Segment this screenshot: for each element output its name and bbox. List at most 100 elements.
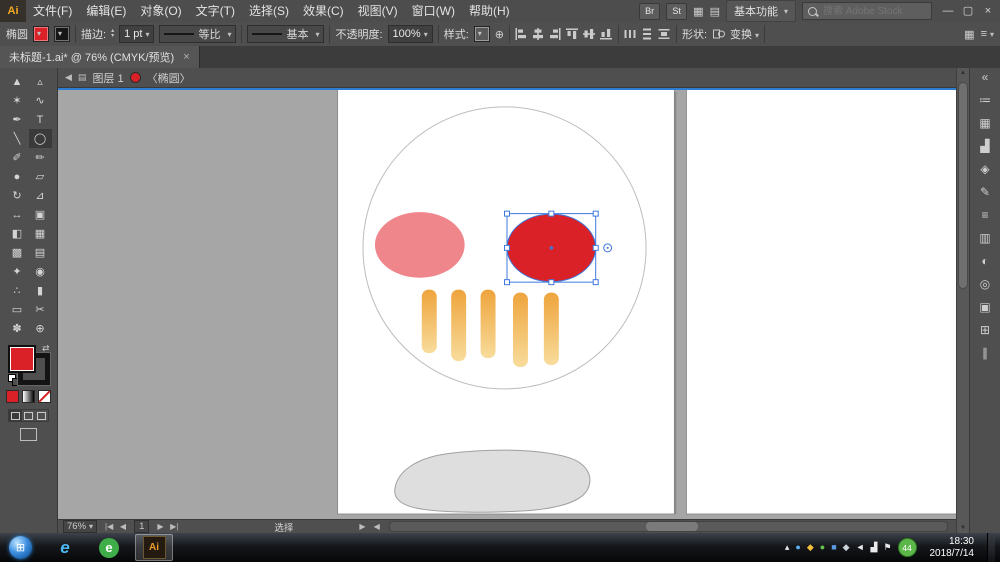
draw-inside-button[interactable] <box>35 410 48 421</box>
handle-top-left[interactable] <box>505 211 510 216</box>
tray-driver-icon[interactable]: ◆ <box>843 543 850 552</box>
align-bottom-icon[interactable] <box>600 28 613 41</box>
blob-brush-tool[interactable]: ● <box>6 167 29 186</box>
pen-tool[interactable]: ✒ <box>6 110 29 129</box>
menu-effect[interactable]: 效果(C) <box>296 0 351 22</box>
line-tool[interactable]: ╲ <box>6 129 29 148</box>
menu-edit[interactable]: 编辑(E) <box>79 0 133 22</box>
security-score-badge[interactable]: 44 <box>898 538 917 557</box>
gradient-panel-icon[interactable]: ▥ <box>979 232 990 245</box>
document-grid-icon[interactable]: ▦ <box>964 28 974 41</box>
perspective-grid-tool[interactable]: ▦ <box>29 224 52 243</box>
close-button[interactable]: × <box>978 0 998 22</box>
tray-expand-icon[interactable]: ▴ <box>785 543 790 552</box>
gradient-button[interactable] <box>22 390 35 403</box>
direct-selection-tool[interactable]: ▵ <box>29 72 52 91</box>
tooth-1[interactable] <box>422 290 437 354</box>
handle-top-right[interactable] <box>593 211 598 216</box>
fill-swatch[interactable] <box>8 345 36 373</box>
width-profile-dropdown[interactable]: 等比 <box>159 25 236 43</box>
graph-panel-icon[interactable]: ▟ <box>980 140 989 153</box>
gradient-tool[interactable]: ▤ <box>29 243 52 262</box>
artboards-panel-icon[interactable]: ⊞ <box>980 324 990 337</box>
handle-bottom-center[interactable] <box>549 280 554 285</box>
style-dropdown[interactable] <box>474 26 490 42</box>
align-right-icon[interactable] <box>549 28 562 41</box>
opacity-value-box[interactable]: 100% <box>388 25 433 43</box>
brushes-panel-icon[interactable]: ✎ <box>980 186 990 199</box>
prev-artboard-icon[interactable]: ◀ <box>120 522 126 531</box>
transform-menu[interactable]: 变换 <box>730 26 759 42</box>
handle-top-center[interactable] <box>549 211 554 216</box>
align-center-icon[interactable] <box>532 28 545 41</box>
pencil-tool[interactable]: ✏ <box>29 148 52 167</box>
tray-network-icon[interactable]: ▟ <box>871 543 878 552</box>
rotate-tool[interactable]: ↻ <box>6 186 29 205</box>
menu-select[interactable]: 选择(S) <box>242 0 296 22</box>
align-panel-icon[interactable]: ∥ <box>982 347 988 360</box>
app-logo[interactable]: Ai <box>0 0 26 22</box>
distribute-vertical-icon[interactable] <box>641 28 654 41</box>
tooth-2[interactable] <box>451 290 466 361</box>
menu-view[interactable]: 视图(V) <box>351 0 405 22</box>
recolor-artwork-icon[interactable]: ⊕ <box>495 28 504 41</box>
bridge-button[interactable]: Br <box>639 3 660 20</box>
tooth-5[interactable] <box>544 293 559 365</box>
breadcrumb-layer[interactable]: 图层 1 <box>92 70 123 86</box>
taskbar-clock[interactable]: 18:30 2018/7/14 <box>923 536 982 560</box>
horizontal-scroll-thumb[interactable] <box>646 522 698 531</box>
shape-builder-tool[interactable]: ◧ <box>6 224 29 243</box>
align-top-icon[interactable] <box>566 28 579 41</box>
menu-window[interactable]: 窗口(W) <box>405 0 462 22</box>
handle-middle-left[interactable] <box>505 245 510 250</box>
column-graph-tool[interactable]: ▮ <box>29 281 52 300</box>
hand-tool[interactable]: ✽ <box>6 319 29 338</box>
search-input[interactable] <box>821 5 926 18</box>
taskbar-illustrator-icon[interactable]: Ai <box>135 534 173 561</box>
last-artboard-icon[interactable]: ▶| <box>170 522 178 531</box>
screen-layout-icon[interactable]: ▤ <box>710 5 720 18</box>
stroke-weight-value[interactable]: 1 pt <box>119 25 154 43</box>
handle-middle-right[interactable] <box>593 245 598 250</box>
distribute-spacing-icon[interactable] <box>658 28 671 41</box>
back-icon[interactable]: ◀ <box>65 72 72 83</box>
screen-mode-button[interactable] <box>20 428 37 441</box>
artboard-number-field[interactable]: 1 <box>134 520 149 533</box>
shape-properties-icon[interactable] <box>712 28 725 41</box>
handle-bottom-left[interactable] <box>505 280 510 285</box>
paintbrush-tool[interactable]: ✐ <box>6 148 29 167</box>
restore-button[interactable]: ▢ <box>958 0 978 22</box>
handle-bottom-right[interactable] <box>593 280 598 285</box>
panel-menu-icon[interactable]: ≡ <box>981 28 994 40</box>
chin-blob[interactable] <box>395 450 590 512</box>
scroll-up-icon[interactable]: ▲ <box>957 70 969 76</box>
scale-tool[interactable]: ⊿ <box>29 186 52 205</box>
tray-update-icon[interactable]: ■ <box>831 543 836 552</box>
tray-messenger-icon[interactable]: ● <box>795 543 800 552</box>
slice-tool[interactable]: ✂ <box>29 300 52 319</box>
stock-button[interactable]: St <box>666 3 687 20</box>
distribute-horizontal-icon[interactable] <box>624 28 637 41</box>
swatches-panel-icon[interactable]: ▦ <box>979 117 990 130</box>
workspace-switcher[interactable]: 基本功能 <box>726 0 796 22</box>
canvas[interactable] <box>58 88 956 519</box>
menu-object[interactable]: 对象(O) <box>133 0 188 22</box>
menu-help[interactable]: 帮助(H) <box>462 0 517 22</box>
blend-tool[interactable]: ◉ <box>29 262 52 281</box>
draw-normal-button[interactable] <box>9 410 22 421</box>
zoom-dropdown[interactable]: 76% <box>63 520 97 533</box>
selection-center-point[interactable] <box>550 246 554 250</box>
color-button[interactable] <box>6 390 19 403</box>
mesh-tool[interactable]: ▩ <box>6 243 29 262</box>
symbol-sprayer-tool[interactable]: ∴ <box>6 281 29 300</box>
next-artboard-icon[interactable]: ▶ <box>157 522 163 531</box>
tray-security-icon[interactable]: ◆ <box>807 543 814 552</box>
magic-wand-tool[interactable]: ✶ <box>6 91 29 110</box>
arrange-documents-icon[interactable]: ▦ <box>693 5 703 18</box>
document-tab[interactable]: 未标题-1.ai* @ 76% (CMYK/预览) × <box>0 46 200 68</box>
symbols-panel-icon[interactable]: ◈ <box>980 163 989 176</box>
color-panel-icon[interactable]: ≔ <box>979 94 991 107</box>
stock-search[interactable] <box>802 2 932 20</box>
dock-expand-icon[interactable]: « <box>982 71 989 84</box>
ellipse-tool[interactable]: ◯ <box>29 129 52 148</box>
